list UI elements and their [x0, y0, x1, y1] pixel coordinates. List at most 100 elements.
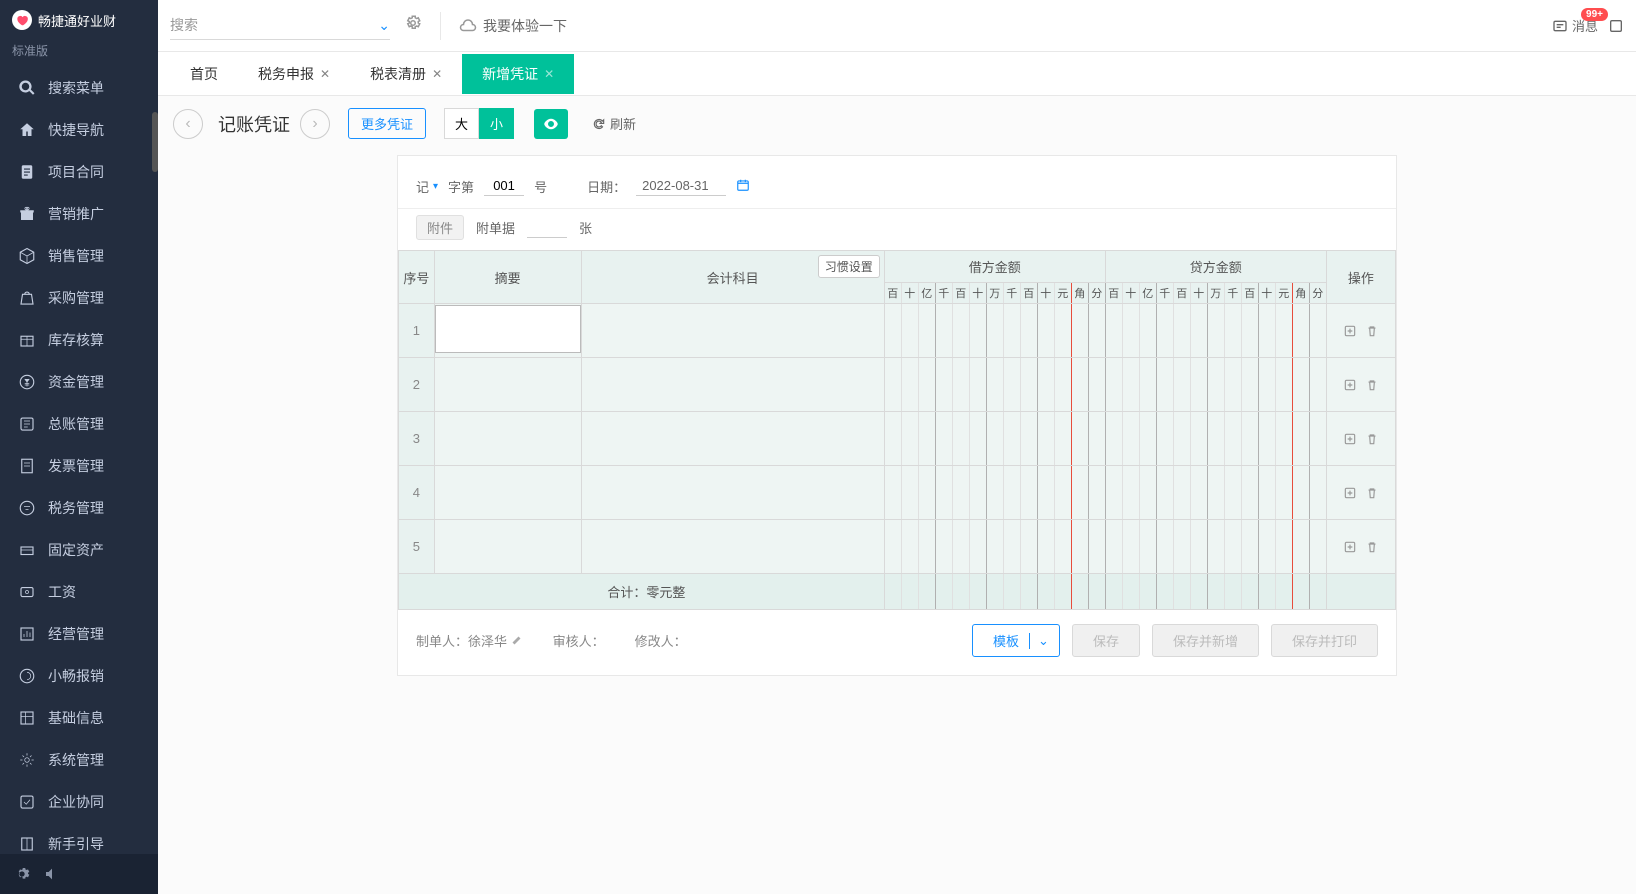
digit-cell[interactable] [918, 358, 935, 412]
experience-link[interactable]: 我要体验一下 [459, 16, 567, 36]
digit-cell[interactable] [1207, 358, 1224, 412]
summary-cell[interactable] [434, 466, 581, 520]
digit-cell[interactable] [1071, 520, 1088, 574]
digit-cell[interactable] [918, 520, 935, 574]
digit-cell[interactable] [1088, 304, 1105, 358]
digit-cell[interactable] [952, 304, 969, 358]
settings-icon[interactable] [404, 14, 422, 37]
chevron-down-icon[interactable]: ⌄ [1029, 633, 1049, 649]
account-cell[interactable] [581, 358, 884, 412]
digit-cell[interactable] [1275, 466, 1292, 520]
digit-cell[interactable] [1292, 412, 1309, 466]
digit-cell[interactable] [1224, 466, 1241, 520]
sidebar-item-home[interactable]: 快捷导航 [0, 109, 158, 151]
close-icon[interactable]: ✕ [320, 67, 330, 81]
save-new-button[interactable]: 保存并新增 [1152, 624, 1259, 657]
digit-cell[interactable] [952, 520, 969, 574]
voucher-type[interactable]: 记 [416, 177, 429, 196]
sidebar-item-doc[interactable]: 项目合同 [0, 151, 158, 193]
digit-cell[interactable] [1292, 466, 1309, 520]
add-row-icon[interactable] [1343, 432, 1357, 446]
close-icon[interactable]: ✕ [432, 67, 442, 81]
message-button[interactable]: 消息 99+ [1552, 16, 1598, 35]
digit-cell[interactable] [952, 466, 969, 520]
sidebar-item-ledger[interactable]: 总账管理 [0, 403, 158, 445]
add-row-icon[interactable] [1343, 324, 1357, 338]
summary-input[interactable] [435, 305, 581, 353]
digit-cell[interactable] [935, 466, 952, 520]
digit-cell[interactable] [1258, 304, 1275, 358]
digit-cell[interactable] [1020, 358, 1037, 412]
digit-cell[interactable] [986, 520, 1003, 574]
digit-cell[interactable] [1139, 358, 1156, 412]
digit-cell[interactable] [952, 412, 969, 466]
digit-cell[interactable] [1156, 466, 1173, 520]
digit-cell[interactable] [1309, 520, 1326, 574]
add-row-icon[interactable] [1343, 486, 1357, 500]
sidebar-item-salary[interactable]: 工资 [0, 571, 158, 613]
digit-cell[interactable] [1105, 358, 1122, 412]
digit-cell[interactable] [918, 466, 935, 520]
digit-cell[interactable] [1037, 412, 1054, 466]
account-cell[interactable] [581, 412, 884, 466]
refresh-button[interactable]: 刷新 [592, 114, 636, 133]
digit-cell[interactable] [1139, 520, 1156, 574]
digit-cell[interactable] [918, 304, 935, 358]
digit-cell[interactable] [1275, 304, 1292, 358]
more-voucher-button[interactable]: 更多凭证 [348, 108, 426, 139]
digit-cell[interactable] [1156, 304, 1173, 358]
summary-cell[interactable] [434, 358, 581, 412]
digit-cell[interactable] [1190, 520, 1207, 574]
view-button[interactable] [534, 109, 568, 139]
digit-cell[interactable] [1207, 466, 1224, 520]
sidebar-item-invoice[interactable]: 发票管理 [0, 445, 158, 487]
sidebar-item-bag[interactable]: 采购管理 [0, 277, 158, 319]
sidebar-list[interactable]: 搜索菜单快捷导航项目合同营销推广销售管理采购管理库存核算资金管理总账管理发票管理… [0, 67, 158, 854]
digit-cell[interactable] [986, 304, 1003, 358]
date-input[interactable]: 2022-08-31 [636, 176, 726, 196]
digit-cell[interactable] [1173, 466, 1190, 520]
sidebar-item-box[interactable]: 库存核算 [0, 319, 158, 361]
digit-cell[interactable] [969, 466, 986, 520]
digit-cell[interactable] [901, 412, 918, 466]
summary-cell[interactable] [434, 412, 581, 466]
add-row-icon[interactable] [1343, 540, 1357, 554]
delete-row-icon[interactable] [1365, 378, 1379, 392]
template-button[interactable]: 模板 ⌄ [972, 624, 1060, 657]
digit-cell[interactable] [1207, 412, 1224, 466]
tab-新增凭证[interactable]: 新增凭证✕ [462, 54, 574, 94]
digit-cell[interactable] [935, 412, 952, 466]
sidebar-item-tax[interactable]: 税务管理 [0, 487, 158, 529]
digit-cell[interactable] [1258, 520, 1275, 574]
digit-cell[interactable] [1105, 412, 1122, 466]
digit-cell[interactable] [1037, 304, 1054, 358]
digit-cell[interactable] [1173, 358, 1190, 412]
gear-icon[interactable] [14, 866, 30, 882]
digit-cell[interactable] [1003, 520, 1020, 574]
digit-cell[interactable] [1003, 304, 1020, 358]
digit-cell[interactable] [1020, 304, 1037, 358]
digit-cell[interactable] [1173, 412, 1190, 466]
digit-cell[interactable] [1071, 358, 1088, 412]
chevron-down-icon[interactable]: ⌄ [378, 17, 390, 34]
digit-cell[interactable] [884, 466, 901, 520]
sidebar-item-money[interactable]: 资金管理 [0, 361, 158, 403]
digit-cell[interactable] [1275, 358, 1292, 412]
digit-cell[interactable] [1275, 412, 1292, 466]
sidebar-item-asset[interactable]: 固定资产 [0, 529, 158, 571]
delete-row-icon[interactable] [1365, 432, 1379, 446]
size-large-button[interactable]: 大 [444, 108, 479, 139]
digit-cell[interactable] [1241, 304, 1258, 358]
digit-cell[interactable] [1309, 304, 1326, 358]
sidebar-item-collab[interactable]: 企业协同 [0, 781, 158, 823]
digit-cell[interactable] [986, 412, 1003, 466]
digit-cell[interactable] [1241, 358, 1258, 412]
sidebar-item-base[interactable]: 基础信息 [0, 697, 158, 739]
digit-cell[interactable] [1190, 304, 1207, 358]
digit-cell[interactable] [969, 304, 986, 358]
digit-cell[interactable] [884, 304, 901, 358]
digit-cell[interactable] [1207, 304, 1224, 358]
habit-settings-button[interactable]: 习惯设置 [818, 255, 880, 278]
digit-cell[interactable] [1105, 466, 1122, 520]
digit-cell[interactable] [1122, 358, 1139, 412]
